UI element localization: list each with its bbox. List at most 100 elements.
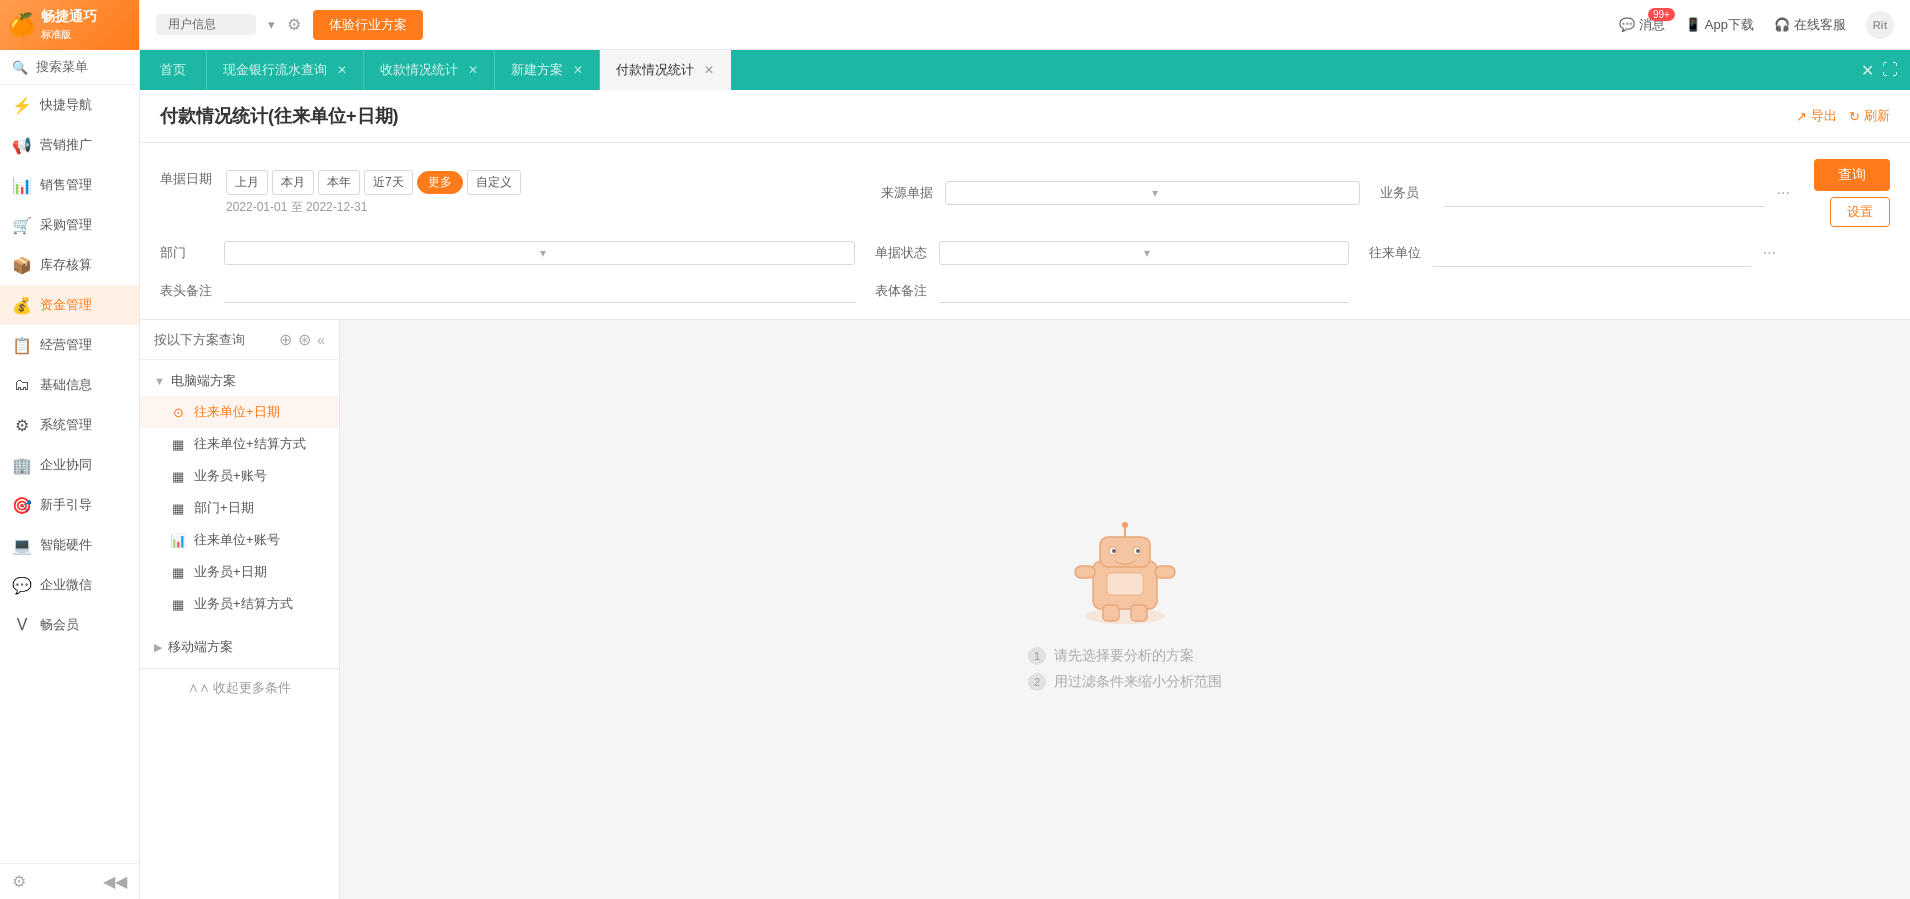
filter-row-3: 表头备注 表体备注 xyxy=(160,279,1890,303)
sidebar-nav: ⚡ 快捷导航 📢 营销推广 📊 销售管理 🛒 采购管理 📦 库存核算 💰 资金管… xyxy=(0,85,139,645)
tab-home[interactable]: 首页 xyxy=(140,50,207,90)
source-chevron-icon: ▾ xyxy=(1152,186,1348,200)
empty-tip-1: 1 请先选择要分析的方案 xyxy=(1028,647,1222,665)
sidebar-item-quick-nav[interactable]: ⚡ 快捷导航 xyxy=(0,85,139,125)
nav-label-guide: 新手引导 xyxy=(40,496,92,514)
btn-group-right: 查询 设置 xyxy=(1814,159,1890,227)
scheme-item-salesperson-settlement[interactable]: ▦ 业务员+结算方式 xyxy=(140,588,339,620)
nav-icon-hardware: 💻 xyxy=(12,535,32,555)
tab-label-home: 首页 xyxy=(160,61,186,79)
scheme-item-counterpart-date[interactable]: ⊙ 往来单位+日期 xyxy=(140,396,339,428)
header-chevron-icon[interactable]: ▾ xyxy=(268,17,275,32)
tab-payment-stats[interactable]: 付款情况统计✕ xyxy=(600,50,731,90)
dept-select[interactable]: ▾ xyxy=(224,241,855,265)
sidebar-item-purchase[interactable]: 🛒 采购管理 xyxy=(0,205,139,245)
sidebar-search[interactable]: 🔍 搜索菜单 xyxy=(0,50,139,85)
query-btn[interactable]: 查询 xyxy=(1814,159,1890,191)
mobile-group-arrow-icon: ▶ xyxy=(154,641,162,654)
online-service-btn[interactable]: 🎧 在线客服 xyxy=(1774,16,1846,34)
tab-close-bank-flow[interactable]: ✕ xyxy=(337,63,347,77)
scheme-label-dept-date: 部门+日期 xyxy=(194,499,254,517)
scheme-item-dept-date[interactable]: ▦ 部门+日期 xyxy=(140,492,339,524)
source-select[interactable]: ▾ xyxy=(945,181,1359,205)
collapse-panel-icon[interactable]: « xyxy=(317,332,325,348)
voucher-status-select[interactable]: ▾ xyxy=(939,241,1349,265)
sidebar-item-marketing[interactable]: 📢 营销推广 xyxy=(0,125,139,165)
sidebar-item-system[interactable]: ⚙ 系统管理 xyxy=(0,405,139,445)
counterpart-more-btn[interactable]: ··· xyxy=(1759,244,1780,262)
sidebar-bottom: ⚙ ◀◀ xyxy=(0,863,139,899)
sidebar-item-inventory[interactable]: 📦 库存核算 xyxy=(0,245,139,285)
header-gear-icon[interactable]: ⚙ xyxy=(287,15,301,34)
source-filter-label: 来源单据 xyxy=(881,184,937,202)
nav-icon-enterprise: 🏢 xyxy=(12,455,32,475)
refresh-btn[interactable]: ↻ 刷新 xyxy=(1849,107,1890,125)
filter-row-2: 部门 ▾ 单据状态 ▾ 往来单位 xyxy=(160,239,1890,267)
collapse-sidebar-icon[interactable]: ◀◀ xyxy=(103,872,127,891)
sidebar-item-operation[interactable]: 📋 经营管理 xyxy=(0,325,139,365)
tab-close-new-scheme[interactable]: ✕ xyxy=(573,63,583,77)
desktop-group-label: 电脑端方案 xyxy=(171,372,236,390)
tab-bank-flow[interactable]: 现金银行流水查询✕ xyxy=(207,50,364,90)
nav-icon-finance: 💰 xyxy=(12,295,32,315)
date-btn-7days[interactable]: 近7天 xyxy=(364,170,413,195)
date-btn-custom[interactable]: 自定义 xyxy=(467,170,521,195)
sidebar-item-finance[interactable]: 💰 资金管理 xyxy=(0,285,139,325)
tab-close-receipt-stats[interactable]: ✕ xyxy=(468,63,478,77)
sidebar-header: 🍊 畅捷通巧 标准版 xyxy=(0,0,139,50)
app-download-btn[interactable]: 📱 App下载 xyxy=(1685,16,1754,34)
sidebar-item-member[interactable]: V 畅会员 xyxy=(0,605,139,645)
svg-rect-9 xyxy=(1075,566,1095,578)
svg-point-0 xyxy=(1085,608,1165,624)
header-note-input[interactable] xyxy=(224,279,855,303)
scheme-item-salesperson-account[interactable]: ▦ 业务员+账号 xyxy=(140,460,339,492)
empty-tips: 1 请先选择要分析的方案 2 用过滤条件来缩小分析范围 xyxy=(1028,647,1222,699)
filter-area: 单据日期 上月 本月 本年 近7天 更多 自定义 2022-01-01 至 20… xyxy=(140,143,1910,320)
date-btn-this-year[interactable]: 本年 xyxy=(318,170,360,195)
date-btn-last-month[interactable]: 上月 xyxy=(226,170,268,195)
app-icon: 📱 xyxy=(1685,17,1701,32)
salesperson-more-btn[interactable]: ··· xyxy=(1773,184,1794,202)
svg-rect-10 xyxy=(1155,566,1175,578)
body-note-input[interactable] xyxy=(939,279,1349,303)
desktop-group-header[interactable]: ▼ 电脑端方案 xyxy=(140,366,339,396)
left-panel-header: 按以下方案查询 ⊕ ⊛ « xyxy=(140,320,339,360)
avatar[interactable]: Rit xyxy=(1866,11,1894,39)
scheme-item-salesperson-date[interactable]: ▦ 业务员+日期 xyxy=(140,556,339,588)
scheme-item-counterpart-settlement[interactable]: ▦ 往来单位+结算方式 xyxy=(140,428,339,460)
message-btn[interactable]: 💬 消息 99+ xyxy=(1619,16,1665,34)
settings-icon[interactable]: ⚙ xyxy=(12,872,26,891)
settings-scheme-icon[interactable]: ⊛ xyxy=(298,330,311,349)
sidebar-item-hardware[interactable]: 💻 智能硬件 xyxy=(0,525,139,565)
sidebar-item-wechat[interactable]: 💬 企业微信 xyxy=(0,565,139,605)
top-header: 用户信息 ▾ ⚙ 体验行业方案 💬 消息 99+ 📱 App下载 🎧 在线客服 … xyxy=(140,0,1910,50)
svg-point-8 xyxy=(1136,549,1140,553)
salesperson-filter-label: 业务员 xyxy=(1380,184,1436,202)
scheme-item-counterpart-account[interactable]: 📊 往来单位+账号 xyxy=(140,524,339,556)
filter-row-1: 单据日期 上月 本月 本年 近7天 更多 自定义 2022-01-01 至 20… xyxy=(160,159,1890,227)
collapse-more-bar[interactable]: ∧∧ 收起更多条件 xyxy=(140,668,339,707)
trial-btn[interactable]: 体验行业方案 xyxy=(313,10,423,40)
desktop-scheme-group: ▼ 电脑端方案 ⊙ 往来单位+日期 ▦ 往来单位+结算方式 ▦ 业务员+账号 ▦… xyxy=(140,360,339,626)
date-btn-more[interactable]: 更多 xyxy=(417,171,463,194)
sidebar-item-guide[interactable]: 🎯 新手引导 xyxy=(0,485,139,525)
tab-new-scheme[interactable]: 新建方案✕ xyxy=(495,50,600,90)
page-header-actions: ↗ 导出 ↻ 刷新 xyxy=(1796,107,1890,125)
nav-icon-quick-nav: ⚡ xyxy=(12,95,32,115)
nav-label-basic: 基础信息 xyxy=(40,376,92,394)
nav-icon-inventory: 📦 xyxy=(12,255,32,275)
export-btn[interactable]: ↗ 导出 xyxy=(1796,107,1837,125)
add-scheme-icon[interactable]: ⊕ xyxy=(279,330,292,349)
tab-close-payment-stats[interactable]: ✕ xyxy=(704,63,714,77)
scheme-icon-salesperson-settlement: ▦ xyxy=(170,596,186,612)
sidebar-item-enterprise[interactable]: 🏢 企业协同 xyxy=(0,445,139,485)
maximize-icon[interactable]: ⛶ xyxy=(1882,61,1898,79)
close-all-icon[interactable]: ✕ xyxy=(1861,61,1874,80)
tab-receipt-stats[interactable]: 收款情况统计✕ xyxy=(364,50,495,90)
mobile-group-header[interactable]: ▶ 移动端方案 xyxy=(140,632,339,662)
scheme-icon-salesperson-account: ▦ xyxy=(170,468,186,484)
date-btn-this-month[interactable]: 本月 xyxy=(272,170,314,195)
set-btn[interactable]: 设置 xyxy=(1830,197,1890,227)
sidebar-item-sales[interactable]: 📊 销售管理 xyxy=(0,165,139,205)
sidebar-item-basic[interactable]: 🗂 基础信息 xyxy=(0,365,139,405)
